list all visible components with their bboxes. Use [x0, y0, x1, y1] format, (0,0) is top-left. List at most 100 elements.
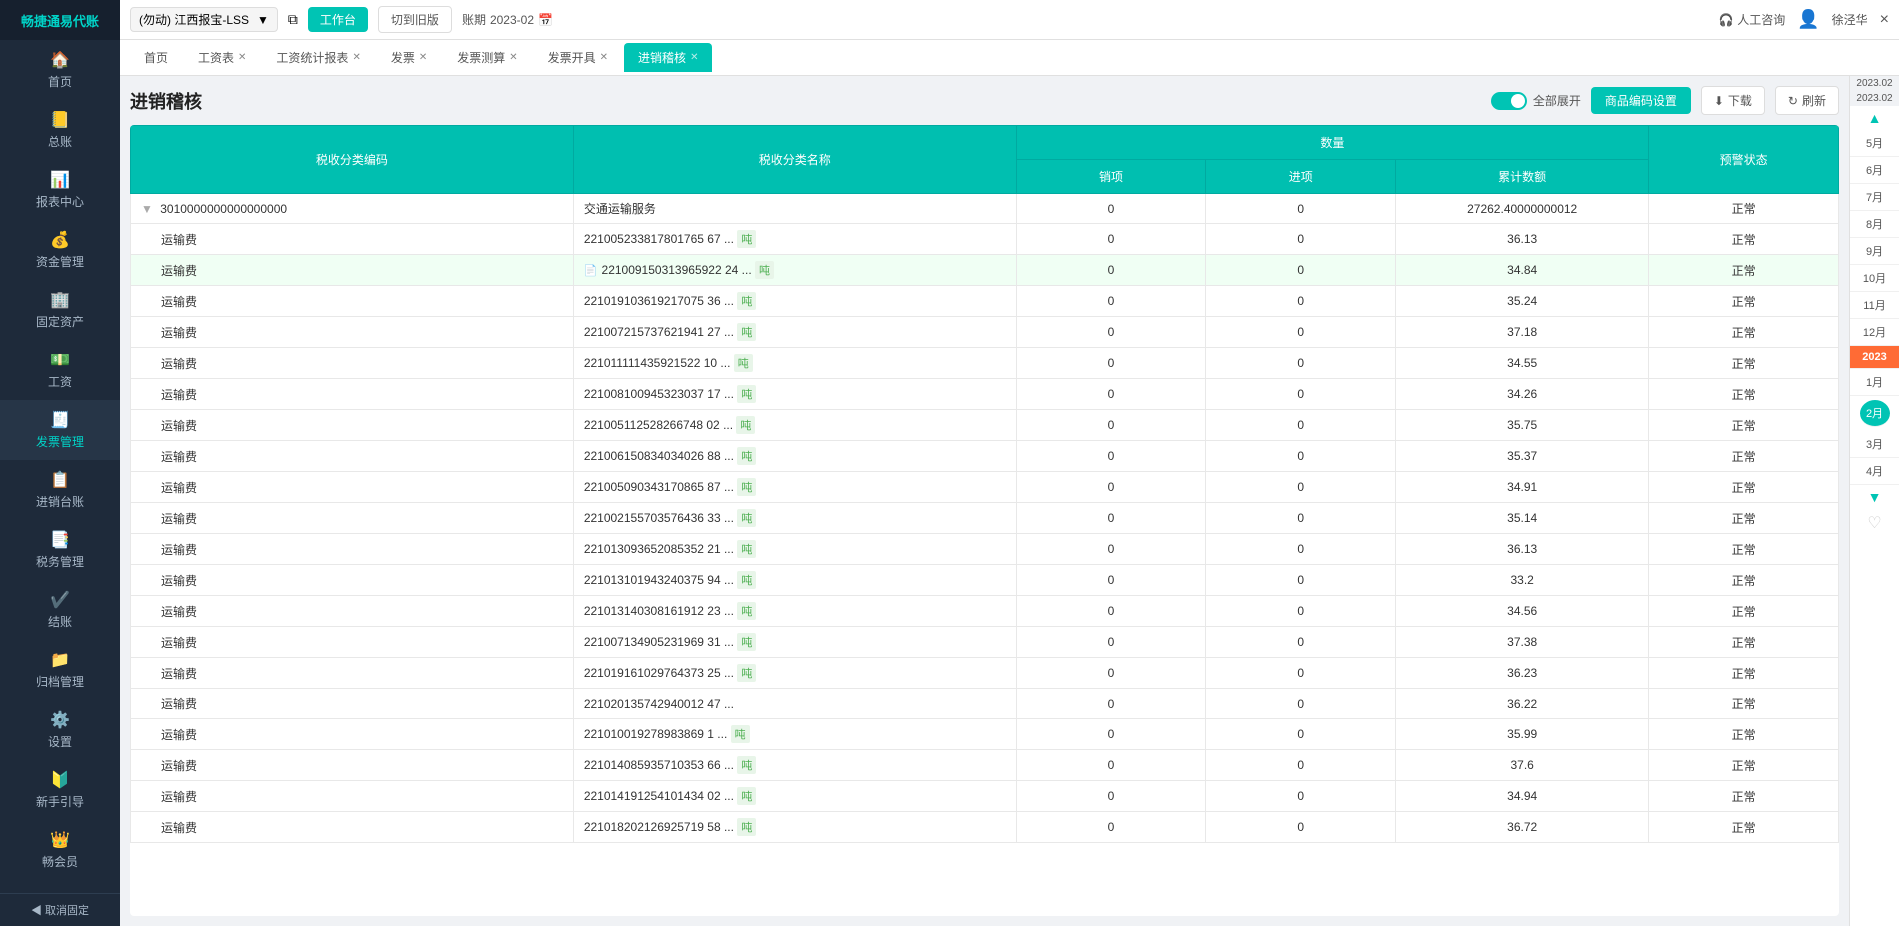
sidebar-item-purchase[interactable]: 📋 进销台账	[0, 460, 120, 520]
member-icon: 👑	[50, 830, 70, 850]
cell-status: 正常	[1649, 224, 1839, 255]
cell-cumulative: 34.84	[1396, 255, 1649, 286]
cell-status: 正常	[1649, 441, 1839, 472]
tab-purchase-verify[interactable]: 进销稽核 ✕	[624, 43, 712, 72]
calendar-icon[interactable]: 📅	[538, 13, 553, 27]
cal-month-1[interactable]: 1月	[1850, 369, 1899, 396]
copy-icon[interactable]: ⧉	[288, 11, 298, 28]
cal-month-11[interactable]: 11月	[1850, 292, 1899, 319]
invoice-no: 221014085935710353 66 ...	[584, 758, 734, 772]
close-button[interactable]: ×	[1880, 11, 1889, 29]
table-row: 运输费 221007215737621941 27 ... 吨 0 0 37.1…	[131, 317, 1839, 348]
invoice-no: 221014191254101434 02 ...	[584, 789, 734, 803]
tab-invoice-close[interactable]: ✕	[419, 52, 427, 63]
cal-up-arrow[interactable]: ▲	[1864, 106, 1886, 130]
cal-down-arrow[interactable]: ▼	[1864, 485, 1886, 509]
cal-month-3[interactable]: 3月	[1850, 431, 1899, 458]
table-row: 运输费 📄221009150313965922 24 ... 吨 0 0 34.…	[131, 255, 1839, 286]
tab-invoice-open[interactable]: 发票开具 ✕	[534, 43, 622, 72]
unit-tag: 吨	[731, 725, 750, 743]
table-row: 运输费 221005233817801765 67 ... 吨 0 0 36.1…	[131, 224, 1839, 255]
unit-tag: 吨	[736, 416, 755, 434]
refresh-label: 刷新	[1802, 92, 1826, 109]
refresh-button[interactable]: ↻ 刷新	[1775, 86, 1839, 115]
sidebar-item-fund[interactable]: 💰 资金管理	[0, 220, 120, 280]
page-title: 进销稽核	[130, 88, 202, 114]
table-row: 运输费 221013101943240375 94 ... 吨 0 0 33.2…	[131, 565, 1839, 596]
sidebar-label-purchase: 进销台账	[36, 493, 84, 510]
cal-month-8[interactable]: 8月	[1850, 211, 1899, 238]
tab-home[interactable]: 首页	[130, 43, 182, 72]
sidebar-item-tax[interactable]: 📑 税务管理	[0, 520, 120, 580]
cell-purchase: 0	[1206, 410, 1396, 441]
sidebar-item-archive[interactable]: 📁 归档管理	[0, 640, 120, 700]
cell-invoice: 221007215737621941 27 ... 吨	[573, 317, 1016, 348]
cal-month-12[interactable]: 12月	[1850, 319, 1899, 346]
cell-name: 运输费	[131, 534, 574, 565]
period-value: 2023-02	[490, 13, 534, 27]
cell-purchase: 0	[1206, 658, 1396, 689]
cell-status: 正常	[1649, 658, 1839, 689]
cell-cumulative: 35.75	[1396, 410, 1649, 441]
sidebar-item-home[interactable]: 🏠 首页	[0, 40, 120, 100]
cell-name: 运输费	[131, 286, 574, 317]
cell-status: 正常	[1649, 317, 1839, 348]
cal-month-7[interactable]: 7月	[1850, 184, 1899, 211]
company-selector[interactable]: (勿动) 江西报宝-LSS ▼	[130, 7, 278, 32]
cell-status: 正常	[1649, 255, 1839, 286]
switch-button[interactable]: 切到旧版	[378, 6, 452, 33]
cal-year-top2: 2023.02	[1850, 91, 1899, 106]
sidebar-item-asset[interactable]: 🏢 固定资产	[0, 280, 120, 340]
tab-invoice-open-close[interactable]: ✕	[600, 52, 608, 63]
workspace-button[interactable]: 工作台	[308, 7, 368, 32]
unit-tag: 吨	[737, 478, 756, 496]
cal-month-6[interactable]: 6月	[1850, 157, 1899, 184]
cell-sale: 0	[1016, 224, 1206, 255]
tab-salary-report-close[interactable]: ✕	[352, 52, 360, 63]
sidebar-item-settle[interactable]: ✔️ 结账	[0, 580, 120, 640]
tab-salary-table-close[interactable]: ✕	[238, 52, 246, 63]
tab-salary-table[interactable]: 工资表 ✕	[184, 43, 260, 72]
unpin-button[interactable]: ◀ 取消固定	[0, 893, 120, 926]
cal-month-2-active[interactable]: 2月	[1860, 400, 1890, 427]
cell-purchase: 0	[1206, 719, 1396, 750]
main-area: (勿动) 江西报宝-LSS ▼ ⧉ 工作台 切到旧版 账期 2023-02 📅 …	[120, 0, 1899, 926]
cal-month-9[interactable]: 9月	[1850, 238, 1899, 265]
cell-invoice: 221005112528266748 02 ... 吨	[573, 410, 1016, 441]
invoice-no: 221009150313965922 24 ...	[602, 263, 752, 277]
sidebar-item-member[interactable]: 👑 畅会员	[0, 820, 120, 880]
cell-name: 运输费	[131, 379, 574, 410]
cell-status: 正常	[1649, 750, 1839, 781]
settings-button[interactable]: 商品编码设置	[1591, 87, 1691, 114]
tab-invoice[interactable]: 发票 ✕	[377, 43, 441, 72]
expand-toggle[interactable]	[1491, 92, 1527, 110]
cal-month-5[interactable]: 5月	[1850, 130, 1899, 157]
cell-status: 正常	[1649, 348, 1839, 379]
sidebar-item-ledger[interactable]: 📒 总账	[0, 100, 120, 160]
cal-month-10[interactable]: 10月	[1850, 265, 1899, 292]
cal-month-4[interactable]: 4月	[1850, 458, 1899, 485]
cell-status: 正常	[1649, 719, 1839, 750]
support-button[interactable]: 🎧 人工咨询	[1719, 11, 1785, 28]
cell-cumulative: 36.13	[1396, 224, 1649, 255]
toggle-label: 全部展开	[1533, 92, 1581, 109]
unit-tag: 吨	[737, 756, 756, 774]
report-icon: 📊	[50, 170, 70, 190]
cell-name: 运输费	[131, 472, 574, 503]
sidebar-item-guide[interactable]: 🔰 新手引导	[0, 760, 120, 820]
tab-invoice-calc[interactable]: 发票测算 ✕	[443, 43, 531, 72]
tab-purchase-verify-close[interactable]: ✕	[690, 52, 698, 63]
unit-tag: 吨	[755, 261, 774, 279]
cell-sale: 0	[1016, 503, 1206, 534]
cell-sale: 0	[1016, 472, 1206, 503]
cell-status: 正常	[1649, 286, 1839, 317]
sidebar-item-settings[interactable]: ⚙️ 设置	[0, 700, 120, 760]
sidebar-item-salary[interactable]: 💵 工资	[0, 340, 120, 400]
tab-invoice-calc-close[interactable]: ✕	[509, 52, 517, 63]
sidebar-label-settle: 结账	[48, 613, 72, 630]
sidebar-item-invoice[interactable]: 🧾 发票管理	[0, 400, 120, 460]
cell-cumulative: 37.38	[1396, 627, 1649, 658]
sidebar-item-report[interactable]: 📊 报表中心	[0, 160, 120, 220]
download-button[interactable]: ⬇ 下载	[1701, 86, 1765, 115]
tab-salary-report[interactable]: 工资统计报表 ✕	[262, 43, 374, 72]
